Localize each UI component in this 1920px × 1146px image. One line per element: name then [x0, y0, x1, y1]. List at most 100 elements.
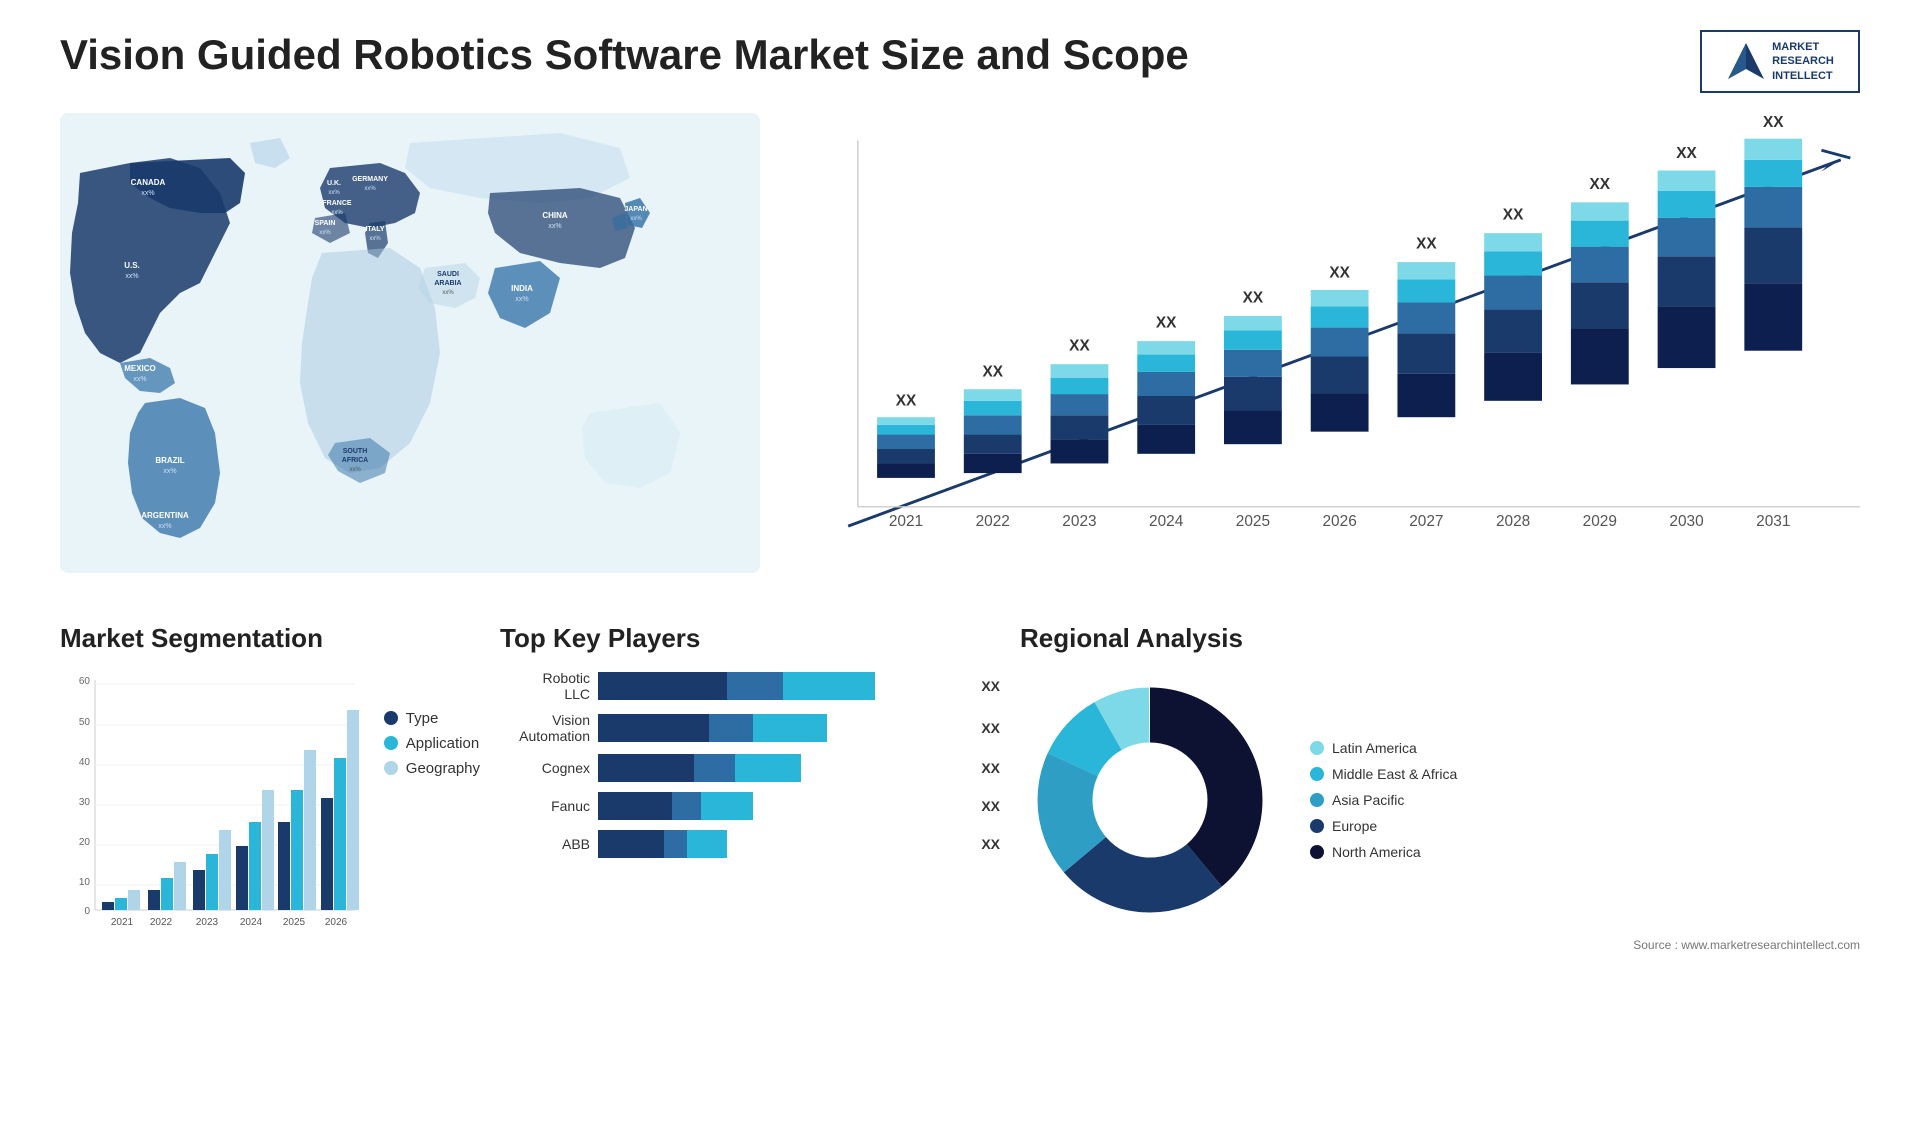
player-bar-5 — [598, 830, 967, 858]
reg-label-apac: Asia Pacific — [1332, 792, 1404, 808]
svg-text:2031: 2031 — [1756, 513, 1790, 530]
legend-label-type: Type — [406, 710, 439, 727]
svg-text:2026: 2026 — [1322, 513, 1356, 530]
growth-chart-svg: XX 2021 XX 2022 — [800, 113, 1860, 573]
svg-text:xx%: xx% — [163, 468, 176, 475]
svg-text:SAUDI: SAUDI — [437, 271, 459, 278]
reg-dot-latin — [1310, 741, 1324, 755]
bottom-row: Market Segmentation 60 50 40 30 20 — [60, 623, 1860, 955]
player-label-5: XX — [981, 836, 1000, 852]
svg-text:xx%: xx% — [364, 186, 376, 192]
player-bar-1 — [598, 672, 967, 700]
svg-text:GERMANY: GERMANY — [352, 176, 388, 183]
source-text: Source : www.marketresearchintellect.com — [1020, 938, 1860, 952]
svg-text:ARABIA: ARABIA — [434, 280, 461, 287]
player-bar-seg2-2 — [709, 714, 753, 742]
world-map-container: CANADA xx% U.S. xx% MEXICO xx% BRAZIL xx… — [60, 113, 760, 573]
legend-item-type: Type — [384, 710, 480, 727]
svg-text:2022: 2022 — [150, 917, 173, 928]
svg-text:2024: 2024 — [1149, 513, 1184, 530]
player-bar-seg3-5 — [687, 830, 728, 858]
legend-label-geography: Geography — [406, 760, 480, 777]
svg-text:U.S.: U.S. — [124, 261, 140, 270]
reg-label-europe: Europe — [1332, 818, 1377, 834]
svg-text:xx%: xx% — [369, 236, 381, 242]
reg-legend-europe: Europe — [1310, 818, 1457, 834]
svg-text:SPAIN: SPAIN — [315, 220, 336, 227]
player-row-3: Cognex XX — [500, 754, 1000, 782]
svg-text:xx%: xx% — [331, 210, 343, 216]
svg-text:xx%: xx% — [442, 290, 454, 296]
svg-text:XX: XX — [1069, 338, 1090, 355]
player-bar-seg2-3 — [694, 754, 735, 782]
main-content: CANADA xx% U.S. xx% MEXICO xx% BRAZIL xx… — [60, 113, 1860, 593]
player-bar-seg3-3 — [735, 754, 801, 782]
player-label-2: XX — [981, 720, 1000, 736]
svg-text:2025: 2025 — [1236, 513, 1270, 530]
svg-text:40: 40 — [79, 757, 91, 768]
player-name-5: ABB — [500, 836, 590, 852]
player-label-3: XX — [981, 760, 1000, 776]
map-section: CANADA xx% U.S. xx% MEXICO xx% BRAZIL xx… — [60, 113, 760, 593]
donut-svg — [1020, 670, 1280, 930]
svg-text:2023: 2023 — [196, 917, 219, 928]
svg-text:XX: XX — [982, 364, 1003, 381]
svg-text:2026: 2026 — [325, 917, 348, 928]
svg-text:AFRICA: AFRICA — [342, 457, 368, 464]
player-bar-seg1-4 — [598, 792, 672, 820]
svg-text:XX: XX — [1676, 145, 1697, 162]
regional-legend: Latin America Middle East & Africa Asia … — [1310, 740, 1457, 860]
reg-legend-apac: Asia Pacific — [1310, 792, 1457, 808]
svg-text:2021: 2021 — [111, 917, 134, 928]
logo-icon — [1726, 41, 1766, 81]
world-map-svg: CANADA xx% U.S. xx% MEXICO xx% BRAZIL xx… — [60, 113, 760, 573]
svg-text:xx%: xx% — [319, 230, 331, 236]
player-bar-seg2-5 — [664, 830, 686, 858]
svg-text:XX: XX — [1503, 207, 1524, 224]
svg-text:0: 0 — [84, 906, 90, 917]
svg-text:2021: 2021 — [889, 513, 923, 530]
svg-text:2027: 2027 — [1409, 513, 1443, 530]
svg-text:U.K.: U.K. — [327, 180, 341, 187]
svg-text:INDIA: INDIA — [511, 284, 533, 293]
player-name-4: Fanuc — [500, 798, 590, 814]
svg-text:10: 10 — [79, 877, 91, 888]
player-bar-seg3-2 — [753, 714, 827, 742]
player-row-5: ABB XX — [500, 830, 1000, 858]
svg-text:XX: XX — [1243, 289, 1264, 306]
player-name-1: RoboticLLC — [500, 670, 590, 702]
logo-top: MARKET RESEARCH INTELLECT — [1726, 40, 1834, 83]
svg-text:XX: XX — [1590, 176, 1611, 193]
donut-chart — [1020, 670, 1280, 930]
svg-text:50: 50 — [79, 717, 91, 728]
player-name-3: Cognex — [500, 760, 590, 776]
svg-text:SOUTH: SOUTH — [343, 448, 368, 455]
svg-text:60: 60 — [79, 676, 91, 687]
page-container: Vision Guided Robotics Software Market S… — [0, 0, 1920, 1146]
svg-text:xx%: xx% — [158, 523, 171, 530]
player-bar-seg1-1 — [598, 672, 727, 700]
reg-legend-mea: Middle East & Africa — [1310, 766, 1457, 782]
logo-area: MARKET RESEARCH INTELLECT — [1700, 30, 1860, 93]
svg-text:2022: 2022 — [976, 513, 1010, 530]
svg-text:xx%: xx% — [515, 296, 528, 303]
page-title: Vision Guided Robotics Software Market S… — [60, 30, 1189, 80]
player-row-1: RoboticLLC XX — [500, 670, 1000, 702]
svg-text:JAPAN: JAPAN — [624, 206, 647, 213]
svg-text:xx%: xx% — [630, 216, 642, 222]
player-bar-seg2-4 — [672, 792, 702, 820]
bar-chart-container: XX 2021 XX 2022 — [780, 113, 1860, 573]
svg-text:xx%: xx% — [141, 190, 154, 197]
player-bar-3 — [598, 754, 967, 782]
legend-dot-application — [384, 736, 398, 750]
player-row-4: Fanuc XX — [500, 792, 1000, 820]
svg-text:xx%: xx% — [548, 223, 561, 230]
svg-text:FRANCE: FRANCE — [322, 200, 351, 207]
svg-text:CANADA: CANADA — [131, 178, 166, 187]
svg-text:2029: 2029 — [1583, 513, 1617, 530]
player-bar-seg2-1 — [727, 672, 782, 700]
svg-text:20: 20 — [79, 837, 91, 848]
svg-text:XX: XX — [1329, 264, 1350, 281]
key-players-title: Top Key Players — [500, 623, 1000, 654]
svg-text:CHINA: CHINA — [542, 211, 568, 220]
